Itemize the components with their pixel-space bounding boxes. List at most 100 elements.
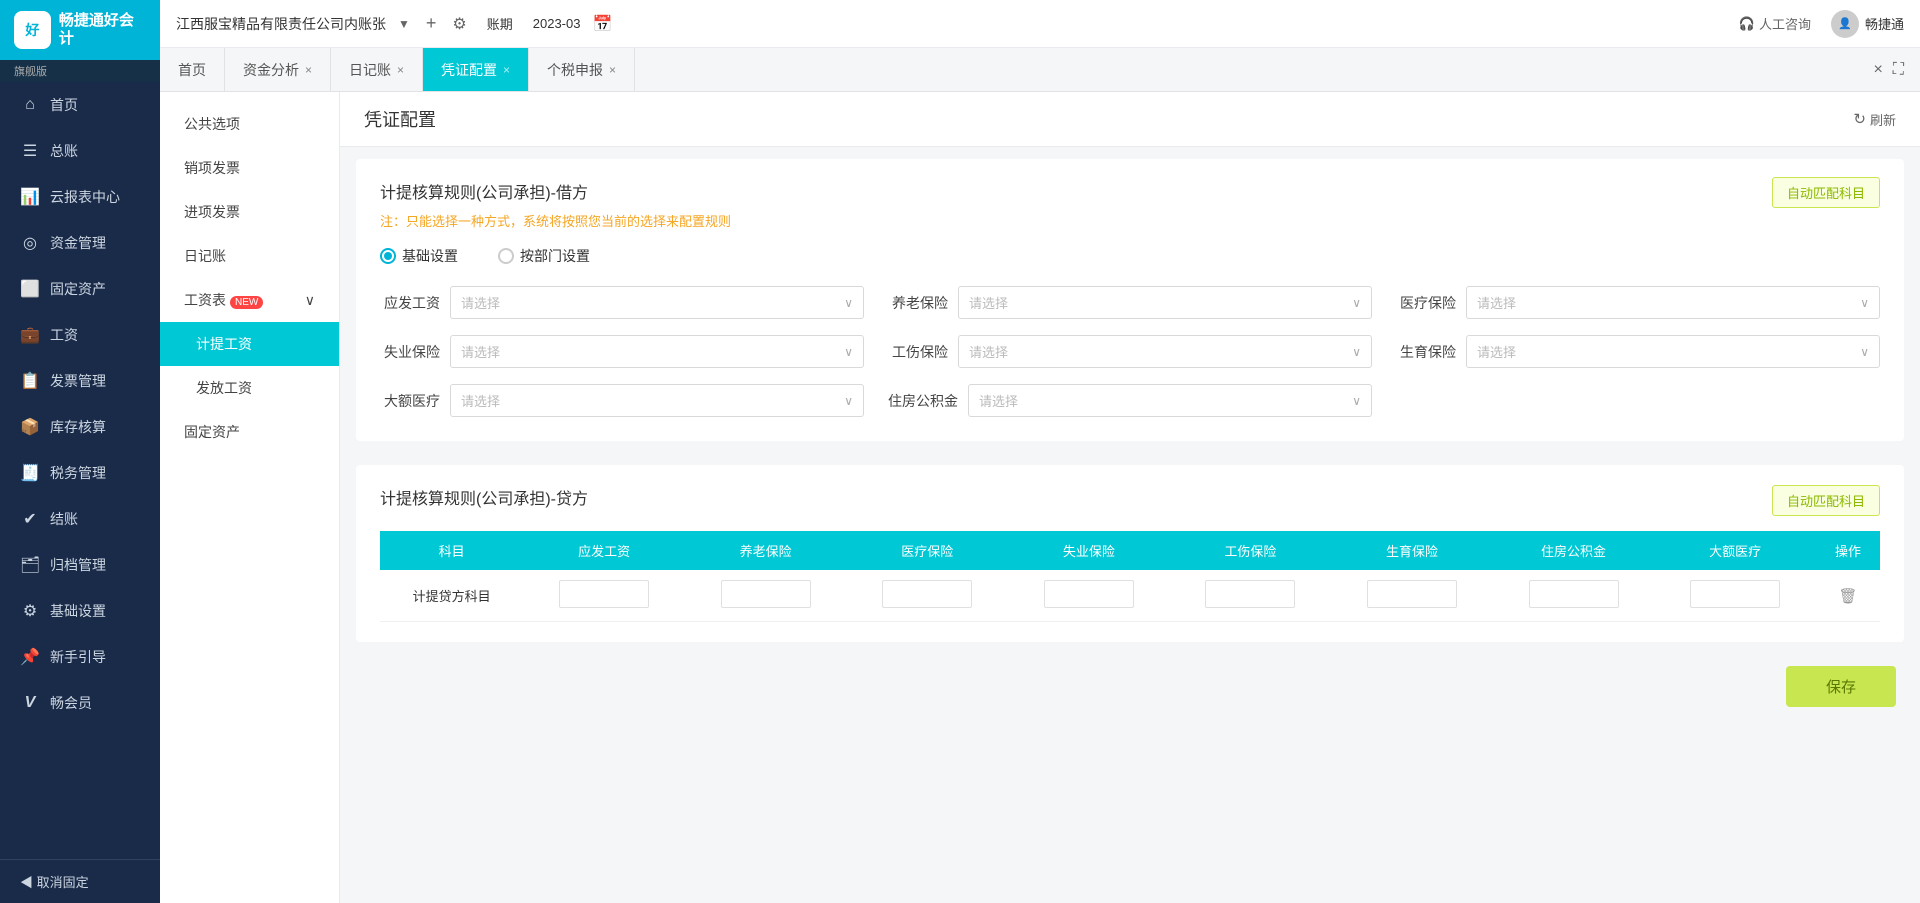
input-maternity[interactable] [1367,580,1457,608]
radio-basic[interactable]: 基础设置 [380,246,458,266]
pension-select[interactable]: 请选择 ∨ [958,286,1372,319]
form-item-maternity: 生育保险 请选择 ∨ [1396,335,1880,368]
input-work-injury[interactable] [1205,580,1295,608]
auto-match-credit-button[interactable]: 自动匹配科目 [1772,485,1880,516]
page-header: 凭证配置 ↻ 刷新 [340,92,1920,147]
sidebar-item-salary[interactable]: 💼 工资 [0,312,160,358]
user-menu[interactable]: 👤 畅捷通 [1831,10,1904,38]
tab-tax-close[interactable]: × [609,63,616,77]
left-nav-public[interactable]: 公共选项 [160,102,339,146]
sidebar-item-archive[interactable]: 🗂 归档管理 [0,542,160,588]
sidebar-item-guide[interactable]: 📌 新手引导 [0,634,160,680]
input-unemployment[interactable] [1044,580,1134,608]
unemployment-select[interactable]: 请选择 ∨ [450,335,864,368]
calendar-icon[interactable]: 📅 [592,14,612,34]
input-medical[interactable] [882,580,972,608]
housing-fund-select[interactable]: 请选择 ∨ [968,384,1372,417]
tab-home[interactable]: 首页 [160,48,225,91]
period-value: 2023-03 [533,16,581,31]
sidebar-item-home[interactable]: ⌂ 首页 [0,82,160,128]
content-area: 凭证配置 ↻ 刷新 计提核算规则(公司承担)-借方 注：只能选择一种方式，系统将… [340,92,1920,903]
sidebar-item-cloud-report[interactable]: 📊 云报表中心 [0,174,160,220]
maternity-select[interactable]: 请选择 ∨ [1466,335,1880,368]
left-nav-payroll-group[interactable]: 工资表NEW ∨ [160,278,339,322]
section-credit: 计提核算规则(公司承担)-贷方 自动匹配科目 科目 应发工资 养老保险 医疗保险… [356,465,1904,642]
left-nav-sales-invoice[interactable]: 销项发票 [160,146,339,190]
radio-dept-circle [498,248,514,264]
sidebar-item-fund[interactable]: ◎ 资金管理 [0,220,160,266]
work-injury-select[interactable]: 请选择 ∨ [958,335,1372,368]
save-button[interactable]: 保存 [1786,666,1896,707]
sidebar-item-member[interactable]: V 畅会员 [0,680,160,726]
left-nav-purchase-invoice[interactable]: 进项发票 [160,190,339,234]
auto-match-debit-button[interactable]: 自动匹配科目 [1772,177,1880,208]
cell-maternity [1331,570,1493,622]
sidebar-item-label: 库存核算 [50,417,106,437]
left-nav-pay-wages[interactable]: 发放工资 [160,366,339,410]
sidebar-item-ledger[interactable]: ☰ 总账 [0,128,160,174]
sidebar-nav: ⌂ 首页 ☰ 总账 📊 云报表中心 ◎ 资金管理 ⬜ 固定资产 💼 工资 📋 发… [0,82,160,859]
cell-work-injury [1170,570,1332,622]
delete-icon[interactable]: 🗑 [1838,588,1857,605]
service-button[interactable]: 🎧 人工咨询 [1739,14,1811,33]
left-nav-fixed-asset[interactable]: 固定资产 [160,410,339,454]
tab-voucher-close[interactable]: × [503,63,510,77]
invoice-icon: 📋 [20,371,40,391]
sidebar-item-fixed-asset[interactable]: ⬜ 固定资产 [0,266,160,312]
left-nav-journal[interactable]: 日记账 [160,234,339,278]
medical-arrow: ∨ [1860,296,1869,310]
member-icon: V [20,694,40,712]
maximize-tab-btn[interactable]: ⛶ [1893,61,1904,79]
pension-label: 养老保险 [888,293,948,313]
input-gross[interactable] [559,580,649,608]
topbar: 江西服宝精品有限责任公司内账张 ▼ + ⚙ 账期 2023-03 📅 🎧 人工咨… [160,0,1920,48]
input-pension[interactable] [721,580,811,608]
archive-icon: 🗂 [20,555,40,575]
gear-icon[interactable]: ⚙ [452,14,466,34]
work-injury-placeholder: 请选择 [969,342,1008,361]
pension-arrow: ∨ [1352,296,1361,310]
cell-pension [685,570,847,622]
sidebar-item-settings[interactable]: ⚙ 基础设置 [0,588,160,634]
col-work-injury: 工伤保险 [1170,531,1332,570]
tab-fund-analysis[interactable]: 资金分析 × [225,48,331,91]
tab-tax-return[interactable]: 个税申报 × [529,48,635,91]
major-medical-select[interactable]: 请选择 ∨ [450,384,864,417]
headset-icon: 🎧 [1739,16,1755,32]
tab-voucher-config[interactable]: 凭证配置 × [423,48,529,91]
company-dropdown[interactable]: ▼ [398,17,410,31]
sidebar-item-label: 基础设置 [50,601,106,621]
medical-select[interactable]: 请选择 ∨ [1466,286,1880,319]
sidebar-item-invoice[interactable]: 📋 发票管理 [0,358,160,404]
table-row: 计提贷方科目 🗑 [380,570,1880,622]
tab-fund-close[interactable]: × [305,63,312,77]
refresh-button[interactable]: ↻ 刷新 [1853,110,1896,129]
close-tab-btn[interactable]: × [1873,61,1882,79]
cloud-report-icon: 📊 [20,187,40,207]
left-nav-accrued-payroll[interactable]: 计提工资 [160,322,339,366]
tab-journal[interactable]: 日记账 × [331,48,423,91]
sidebar-item-inventory[interactable]: 📦 库存核算 [0,404,160,450]
cell-major-medical [1654,570,1816,622]
cancel-pin-button[interactable]: ◀ 取消固定 [0,859,160,903]
tab-fund-label: 资金分析 [243,60,299,80]
form-grid: 应发工资 请选择 ∨ 养老保险 请选择 ∨ 医疗 [380,286,1880,417]
page-title: 凭证配置 [364,106,436,132]
page-body: 公共选项 销项发票 进项发票 日记账 工资表NEW ∨ 计提工资 发放工资 固定… [160,92,1920,903]
tab-journal-label: 日记账 [349,60,391,80]
payroll-group-label: 工资表NEW [184,290,263,310]
add-button[interactable]: + [422,13,441,34]
gross-salary-select[interactable]: 请选择 ∨ [450,286,864,319]
input-major-medical[interactable] [1690,580,1780,608]
unemployment-label: 失业保险 [380,342,440,362]
medical-placeholder: 请选择 [1477,293,1516,312]
col-unemployment: 失业保险 [1008,531,1170,570]
col-gross: 应发工资 [523,531,685,570]
sidebar-item-checkout[interactable]: ✔ 结账 [0,496,160,542]
tab-journal-close[interactable]: × [397,63,404,77]
radio-department[interactable]: 按部门设置 [498,246,590,266]
input-housing[interactable] [1529,580,1619,608]
form-item-pension: 养老保险 请选择 ∨ [888,286,1372,319]
table-header-row: 科目 应发工资 养老保险 医疗保险 失业保险 工伤保险 生育保险 住房公积金 大… [380,531,1880,570]
sidebar-item-tax[interactable]: 🧾 税务管理 [0,450,160,496]
